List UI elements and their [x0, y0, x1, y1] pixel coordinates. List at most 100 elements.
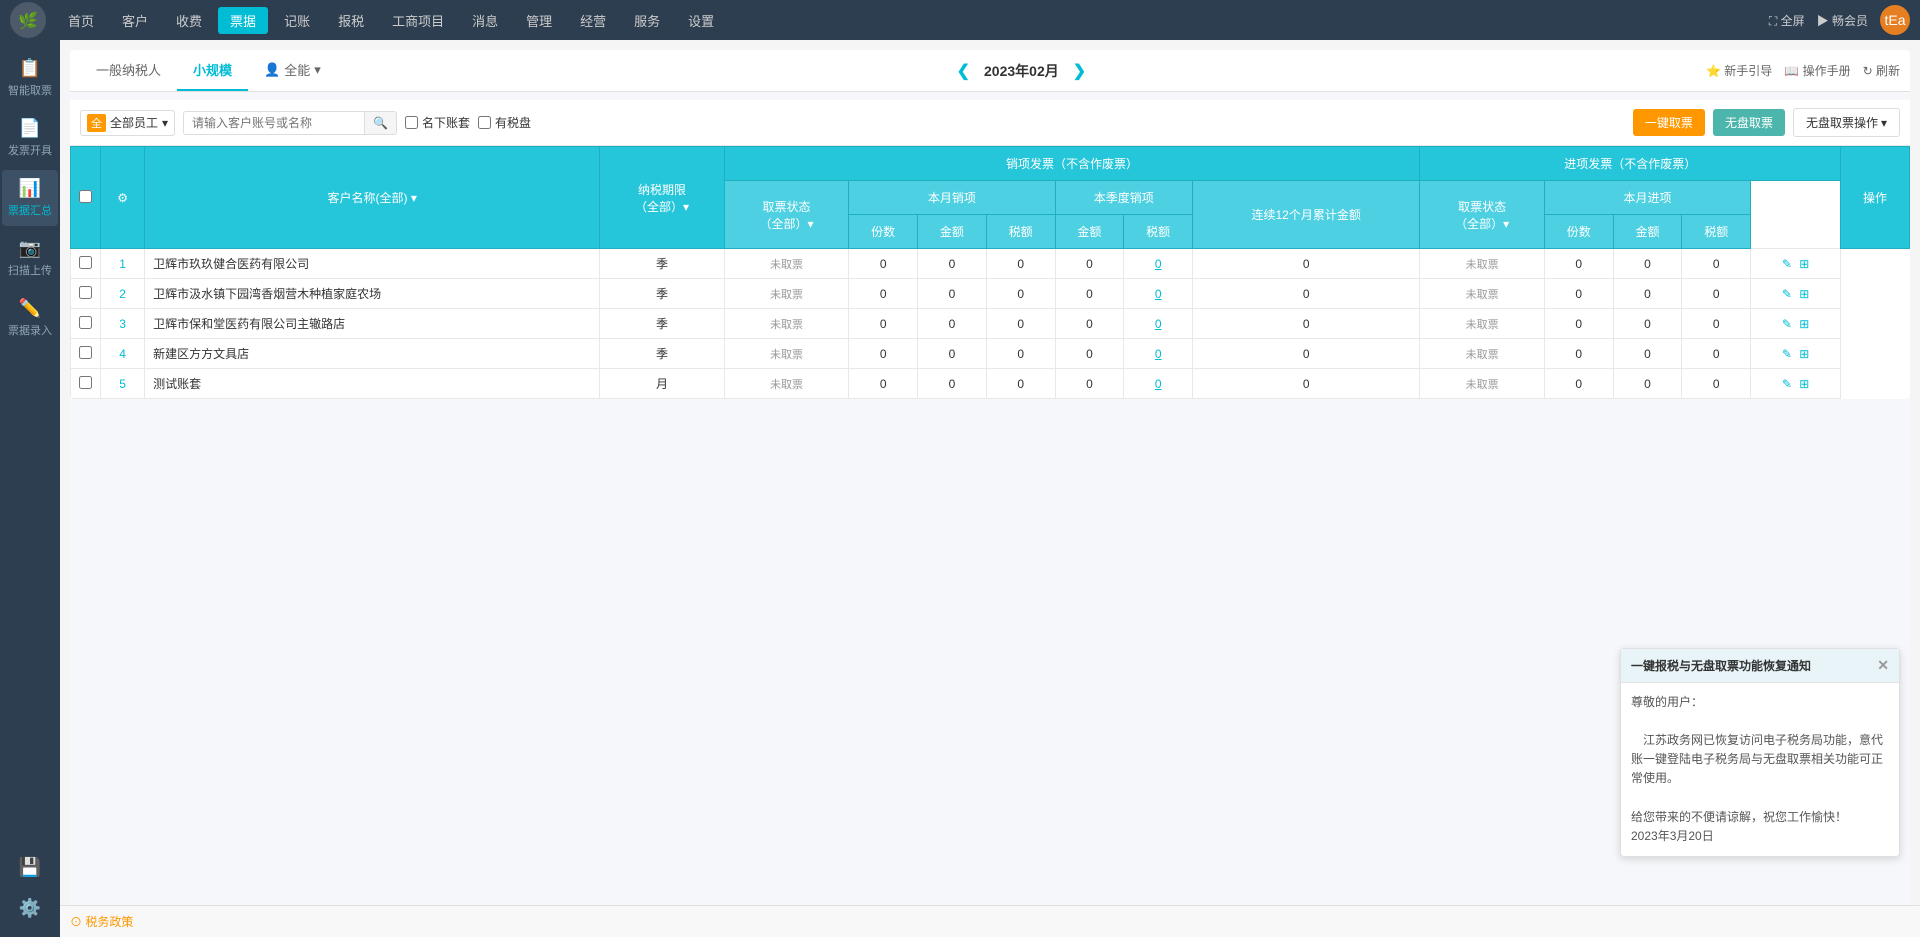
tab-general-taxpayer[interactable]: 一般纳税人 [80, 50, 177, 91]
manual-btn[interactable]: 📖 操作手册 [1784, 62, 1850, 79]
row-checkbox[interactable] [79, 376, 92, 389]
employee-select[interactable]: 全 全部员工 ▾ [80, 110, 175, 136]
row-quarter-tax: 0 [1124, 249, 1193, 279]
tax-policy-link[interactable]: ⊙ 税务政策 [70, 913, 133, 930]
current-period: 2023年02月 [984, 61, 1059, 81]
nav-tax[interactable]: 报税 [326, 7, 376, 34]
notification-body: 尊敬的用户： 江苏政务网已恢复访问电子税务局功能，意代账一键登陆电子税务局与无盘… [1621, 683, 1899, 857]
row-month-shares: 0 [849, 249, 918, 279]
edit-icon[interactable]: ✎ [1782, 287, 1792, 301]
row-purchase-shares: 0 [1544, 369, 1613, 399]
table-header-group: ⚙ 客户名称(全部) ▾ 纳税期限（全部）▾ 销项发票（不含作废票） 进项发票（… [71, 147, 1910, 181]
edit-icon[interactable]: ✎ [1782, 317, 1792, 331]
th-purchase-month-shares: 份数 [1544, 215, 1613, 249]
nav-service[interactable]: 服务 [622, 7, 672, 34]
view-icon[interactable]: ⊞ [1799, 287, 1809, 301]
sidebar-item-download[interactable]: 💾 [2, 849, 58, 886]
sidebar-item-invoice-open[interactable]: 📄 发票开具 [2, 110, 58, 166]
search-input[interactable] [184, 112, 364, 134]
refresh-btn[interactable]: ↻ 刷新 [1863, 62, 1900, 79]
nav-business[interactable]: 工商项目 [380, 7, 456, 34]
view-icon[interactable]: ⊞ [1799, 257, 1809, 271]
nav-settings[interactable]: 设置 [676, 7, 726, 34]
prev-period-btn[interactable]: ❮ [951, 59, 976, 83]
row-quarter-amount: 0 [1055, 309, 1124, 339]
no-disk-op-label: 无盘取票操作 [1806, 114, 1878, 131]
row-checkbox[interactable] [79, 316, 92, 329]
row-month-amount: 0 [918, 339, 987, 369]
tax-disk-checkbox[interactable]: 有税盘 [478, 114, 531, 131]
new-guide-btn[interactable]: ⭐ 新手引导 [1706, 62, 1772, 79]
view-icon[interactable]: ⊞ [1799, 347, 1809, 361]
row-sales-status: 未取票 [724, 309, 849, 339]
nav-invoice[interactable]: 票据 [218, 7, 268, 34]
row-purchase-amount: 0 [1613, 279, 1682, 309]
row-purchase-status: 未取票 [1420, 279, 1545, 309]
row-quarter-amount: 0 [1055, 279, 1124, 309]
sidebar-item-scan-upload[interactable]: 📷 扫描上传 [2, 230, 58, 286]
row-checkbox[interactable] [79, 256, 92, 269]
row-num: 5 [101, 369, 145, 399]
table-container: ⚙ 客户名称(全部) ▾ 纳税期限（全部）▾ 销项发票（不含作废票） 进项发票（… [70, 146, 1910, 399]
notification-close-btn[interactable]: ✕ [1877, 657, 1889, 674]
row-checkbox[interactable] [79, 346, 92, 359]
nav-client[interactable]: 客户 [110, 7, 160, 34]
no-disk-operation-btn[interactable]: 无盘取票操作 ▾ [1793, 108, 1900, 137]
sidebar-item-smart-fetch[interactable]: 📋 智能取票 [2, 50, 58, 106]
nav-message[interactable]: 消息 [460, 7, 510, 34]
sidebar-label-invoice-entry: 票据录入 [8, 322, 52, 338]
nav-fee[interactable]: 收费 [164, 7, 214, 34]
notification-text: 尊敬的用户： 江苏政务网已恢复访问电子税务局功能，意代账一键登陆电子税务局与无盘… [1631, 693, 1889, 847]
sidebar-item-invoice-summary[interactable]: 📊 票据汇总 [2, 170, 58, 226]
th-checkbox [71, 147, 101, 249]
next-period-btn[interactable]: ❯ [1067, 59, 1092, 83]
row-customer-name: 测试账套 [145, 369, 600, 399]
vip-btn[interactable]: ▶ 畅会员 [1817, 12, 1868, 29]
row-year-cumulative: 0 [1193, 309, 1420, 339]
invoice-table: ⚙ 客户名称(全部) ▾ 纳税期限（全部）▾ 销项发票（不含作废票） 进项发票（… [70, 146, 1910, 399]
avatar[interactable]: tEa [1880, 5, 1910, 35]
th-customer-name: 客户名称(全部) ▾ [145, 147, 600, 249]
one-click-fetch-btn[interactable]: 一键取票 [1633, 109, 1705, 136]
row-tax-period: 季 [600, 279, 725, 309]
row-checkbox[interactable] [79, 286, 92, 299]
sub-account-checkbox[interactable]: 名下账套 [405, 114, 470, 131]
row-quarter-amount: 0 [1055, 369, 1124, 399]
invoice-entry-icon: ✏️ [19, 298, 41, 319]
app-logo[interactable]: 🌿 [10, 2, 46, 38]
edit-icon[interactable]: ✎ [1782, 257, 1792, 271]
edit-icon[interactable]: ✎ [1782, 347, 1792, 361]
nav-home[interactable]: 首页 [56, 7, 106, 34]
row-num: 3 [101, 309, 145, 339]
sidebar-item-invoice-entry[interactable]: ✏️ 票据录入 [2, 290, 58, 346]
th-month-purchase: 本月进项 [1544, 181, 1750, 215]
row-sales-status: 未取票 [724, 369, 849, 399]
settings-icon: ⚙️ [19, 898, 41, 919]
search-button[interactable]: 🔍 [364, 112, 396, 134]
scan-upload-icon: 📷 [19, 238, 41, 259]
row-customer-name: 卫辉市玖玖健合医药有限公司 [145, 249, 600, 279]
row-sales-status: 未取票 [724, 279, 849, 309]
view-icon[interactable]: ⊞ [1799, 317, 1809, 331]
tab-small-scale[interactable]: 小规模 [177, 50, 248, 91]
tax-disk-check[interactable] [478, 116, 491, 129]
sidebar-item-settings[interactable]: ⚙️ [2, 890, 58, 927]
row-purchase-tax: 0 [1682, 279, 1751, 309]
row-month-shares: 0 [849, 309, 918, 339]
nav-bookkeeping[interactable]: 记账 [272, 7, 322, 34]
sidebar-label-invoice-summary: 票据汇总 [8, 202, 52, 218]
row-year-cumulative: 0 [1193, 249, 1420, 279]
select-all-checkbox[interactable] [79, 190, 92, 203]
row-month-tax: 0 [986, 369, 1055, 399]
row-year-cumulative: 0 [1193, 279, 1420, 309]
customer-search[interactable]: 🔍 [183, 111, 397, 135]
fullscreen-btn[interactable]: ⛶ 全屏 [1769, 12, 1805, 29]
row-customer-name: 卫辉市汲水镇下园湾香烟营木种植家庭农场 [145, 279, 600, 309]
view-icon[interactable]: ⊞ [1799, 377, 1809, 391]
sub-account-check[interactable] [405, 116, 418, 129]
nav-manage[interactable]: 管理 [514, 7, 564, 34]
no-disk-fetch-btn[interactable]: 无盘取票 [1713, 109, 1785, 136]
edit-icon[interactable]: ✎ [1782, 377, 1792, 391]
tab-all-capable[interactable]: 👤 全能 ▾ [248, 50, 337, 91]
nav-operation[interactable]: 经营 [568, 7, 618, 34]
